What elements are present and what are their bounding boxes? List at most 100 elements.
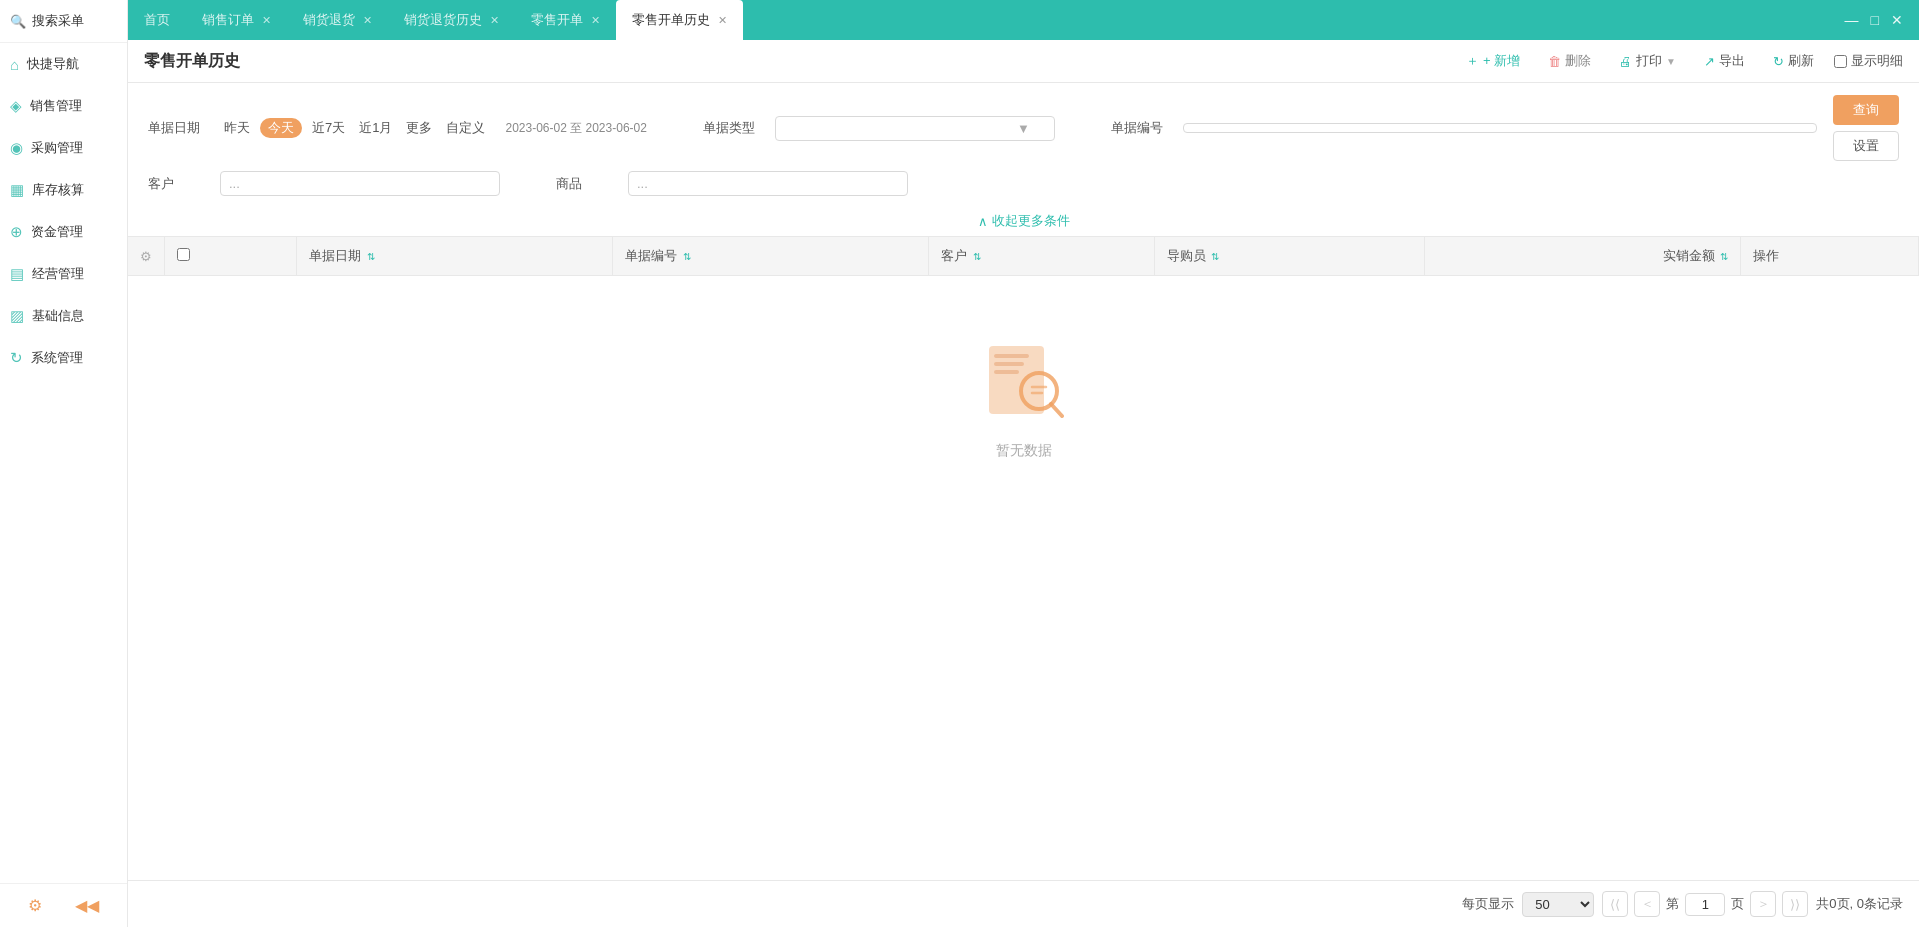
tab-retail-history-close[interactable]: ✕ (718, 14, 727, 27)
col-number[interactable]: 单据编号 ⇅ (613, 237, 929, 276)
page-label-before: 第 (1666, 895, 1679, 913)
col-salesperson-sort-icon: ⇅ (1211, 251, 1219, 262)
col-action-label: 操作 (1753, 248, 1779, 263)
sidebar-item-label: 采购管理 (31, 139, 83, 157)
delete-icon: 🗑 (1548, 54, 1561, 69)
col-amount-label: 实销金额 (1663, 248, 1715, 263)
window-minimize-btn[interactable]: — (1845, 12, 1859, 28)
tab-home[interactable]: 首页 (128, 0, 186, 40)
delete-button[interactable]: 🗑 删除 (1540, 48, 1599, 74)
sidebar-item-finance[interactable]: ⊕ 资金管理 (0, 211, 127, 253)
tab-sales-return-close[interactable]: ✕ (363, 14, 372, 27)
collapse-sidebar-icon[interactable]: ◀◀ (75, 896, 99, 915)
show-detail-label: 显示明细 (1851, 52, 1903, 70)
add-icon: ＋ (1466, 52, 1479, 70)
sidebar-item-operations[interactable]: ▤ 经营管理 (0, 253, 127, 295)
date-opt-yesterday[interactable]: 昨天 (220, 117, 254, 139)
svg-rect-2 (994, 362, 1024, 366)
date-opt-1month[interactable]: 近1月 (355, 117, 396, 139)
type-filter-select[interactable]: ▼ (775, 116, 1055, 141)
empty-state: 暂无数据 (128, 276, 1919, 520)
tab-sales-return-label: 销货退货 (303, 11, 355, 29)
col-settings-icon[interactable]: ⚙ (140, 249, 152, 264)
page-label-after: 页 (1731, 895, 1744, 913)
show-detail-checkbox-group: 显示明细 (1834, 52, 1903, 70)
total-info: 共0页, 0条记录 (1816, 895, 1903, 913)
sidebar-item-quick-nav[interactable]: ⌂ 快捷导航 (0, 43, 127, 85)
sidebar-item-sales-mgmt[interactable]: ◈ 销售管理 (0, 85, 127, 127)
svg-line-5 (1051, 404, 1062, 416)
inventory-icon: ▦ (10, 181, 24, 199)
refresh-button[interactable]: ↻ 刷新 (1765, 48, 1822, 74)
tab-sales-return-history[interactable]: 销货退货历史 ✕ (388, 0, 515, 40)
per-page-select[interactable]: 50 10 20 100 (1522, 892, 1594, 917)
customer-filter-input[interactable]: ... (220, 171, 500, 196)
col-customer[interactable]: 客户 ⇅ (929, 237, 1154, 276)
sidebar-item-basic-info[interactable]: ▨ 基础信息 (0, 295, 127, 337)
sidebar-item-label: 经营管理 (32, 265, 84, 283)
tab-retail-open[interactable]: 零售开单 ✕ (515, 0, 616, 40)
tab-sales-order[interactable]: 销售订单 ✕ (186, 0, 287, 40)
sidebar-search[interactable]: 🔍 搜索采单 (0, 0, 127, 43)
next-page-btn[interactable]: ＞ (1750, 891, 1776, 917)
first-page-btn[interactable]: ⟨⟨ (1602, 891, 1628, 917)
export-button[interactable]: ↗ 导出 (1696, 48, 1753, 74)
date-opt-today[interactable]: 今天 (260, 118, 302, 138)
col-date[interactable]: 单据日期 ⇅ (297, 237, 613, 276)
page-title: 零售开单历史 (144, 51, 240, 72)
product-filter-input[interactable]: ... (628, 171, 908, 196)
home-icon: ⌂ (10, 56, 19, 73)
col-customer-sort-icon: ⇅ (973, 251, 981, 262)
refresh-label: 刷新 (1788, 52, 1814, 70)
window-maximize-btn[interactable]: □ (1871, 12, 1879, 28)
col-checkbox[interactable] (165, 237, 297, 276)
empty-text: 暂无数据 (996, 442, 1052, 460)
tab-retail-history-label: 零售开单历史 (632, 11, 710, 29)
date-opt-more[interactable]: 更多 (402, 117, 436, 139)
settings-button[interactable]: 设置 (1833, 131, 1899, 161)
filter-collapse-btn[interactable]: ∧ 收起更多条件 (148, 206, 1899, 236)
show-detail-checkbox[interactable] (1834, 55, 1847, 68)
sidebar: 🔍 搜索采单 ⌂ 快捷导航 ◈ 销售管理 ◉ 采购管理 ▦ 库存核算 ⊕ 资金管… (0, 0, 128, 927)
tab-sales-return-history-close[interactable]: ✕ (490, 14, 499, 27)
tab-retail-history[interactable]: 零售开单历史 ✕ (616, 0, 743, 40)
empty-icon (974, 336, 1074, 426)
last-page-btn[interactable]: ⟩⟩ (1782, 891, 1808, 917)
tab-bar: 首页 销售订单 ✕ 销货退货 ✕ 销货退货历史 ✕ 零售开单 ✕ 零售开单历史 … (128, 0, 1919, 40)
col-customer-label: 客户 (941, 248, 967, 263)
tab-sales-return[interactable]: 销货退货 ✕ (287, 0, 388, 40)
query-button[interactable]: 查询 (1833, 95, 1899, 125)
sidebar-item-purchase-mgmt[interactable]: ◉ 采购管理 (0, 127, 127, 169)
col-amount[interactable]: 实销金额 ⇅ (1425, 237, 1741, 276)
select-all-checkbox[interactable] (177, 248, 190, 261)
export-label: 导出 (1719, 52, 1745, 70)
date-opt-custom[interactable]: 自定义 (442, 117, 489, 139)
toolbar-actions: ＋ + 新增 🗑 删除 🖨 打印 ▼ ↗ 导出 ↻ 刷新 显示 (1458, 48, 1903, 74)
col-salesperson[interactable]: 导购员 ⇅ (1154, 237, 1425, 276)
tab-sales-order-close[interactable]: ✕ (262, 14, 271, 27)
add-button[interactable]: ＋ + 新增 (1458, 48, 1528, 74)
sidebar-item-system[interactable]: ↻ 系统管理 (0, 337, 127, 379)
settings-gear-icon[interactable]: ⚙ (28, 896, 42, 915)
number-filter-input[interactable] (1183, 123, 1817, 133)
col-settings[interactable]: ⚙ (128, 237, 165, 276)
page-number-input[interactable] (1685, 893, 1725, 916)
filter-row-1: 单据日期 昨天 今天 近7天 近1月 更多 自定义 2023-06-02 至 2… (148, 95, 1899, 161)
sidebar-item-inventory[interactable]: ▦ 库存核算 (0, 169, 127, 211)
sidebar-item-label: 基础信息 (32, 307, 84, 325)
per-page-label: 每页显示 (1462, 895, 1514, 913)
window-close-btn[interactable]: ✕ (1891, 12, 1903, 28)
finance-icon: ⊕ (10, 223, 23, 241)
prev-page-btn[interactable]: ＜ (1634, 891, 1660, 917)
filter-row-2: 客户 ... 商品 ... (148, 171, 1899, 196)
query-settings-group: 查询 设置 (1833, 95, 1899, 161)
table-wrapper: ⚙ 单据日期 ⇅ 单据编号 ⇅ (128, 237, 1919, 880)
print-button[interactable]: 🖨 打印 ▼ (1611, 48, 1684, 74)
sidebar-item-label: 库存核算 (32, 181, 84, 199)
date-opt-7days[interactable]: 近7天 (308, 117, 349, 139)
product-dots: ... (637, 176, 648, 191)
tab-home-label: 首页 (144, 11, 170, 29)
customer-filter-label: 客户 (148, 175, 204, 193)
tab-retail-open-close[interactable]: ✕ (591, 14, 600, 27)
sidebar-item-label: 资金管理 (31, 223, 83, 241)
